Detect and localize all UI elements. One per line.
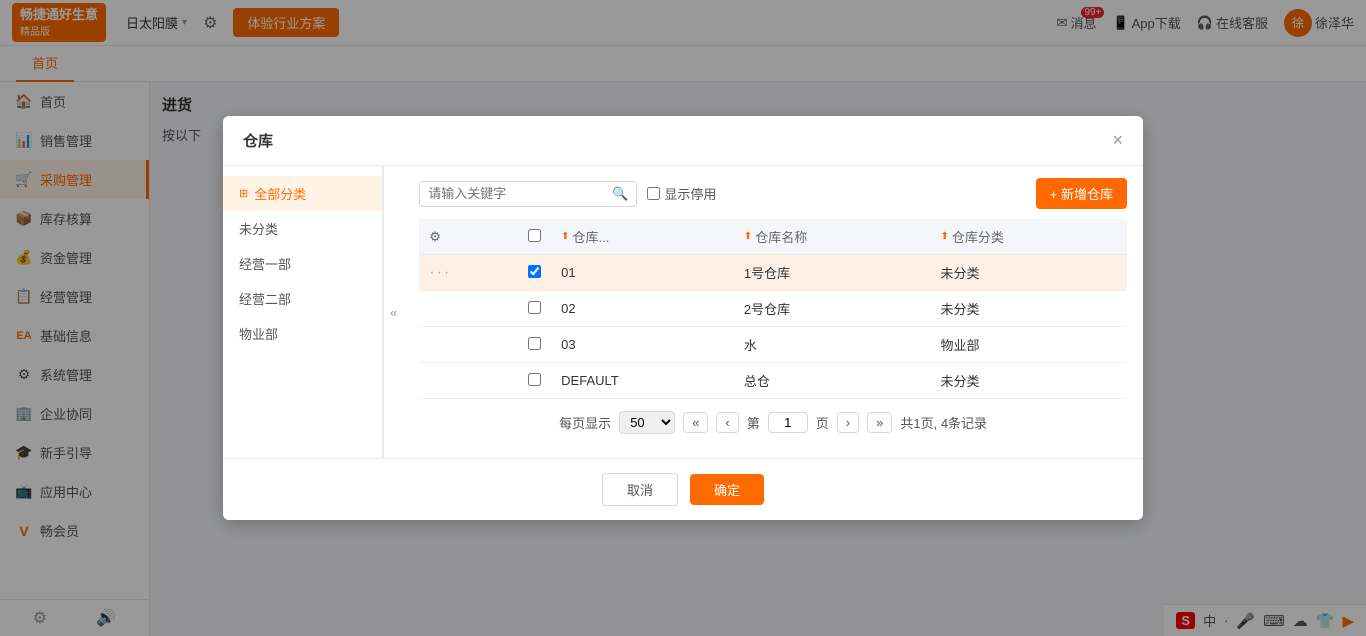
modal-footer: 取消 确定 [223, 458, 1143, 520]
page-label: 第 [747, 413, 760, 432]
row-checkbox-cell[interactable] [518, 291, 551, 327]
cancel-button[interactable]: 取消 [602, 473, 678, 506]
th-category: ⬆ 仓库分类 [930, 219, 1127, 255]
sort-icon-name: ⬆ [744, 231, 752, 242]
row-dots-cell [419, 327, 518, 363]
pagination: 每页显示 50 100 200 « ‹ 第 1 页 › » 共1页, 4条记录 [419, 399, 1127, 446]
row-code: 03 [551, 327, 734, 363]
page-last-btn[interactable]: » [867, 412, 892, 433]
modal-header: 仓库 × [223, 116, 1143, 166]
table-row[interactable]: 02 2号仓库 未分类 [419, 291, 1127, 327]
table-row[interactable]: 03 水 物业部 [419, 327, 1127, 363]
search-wrap: 🔍 [419, 181, 637, 207]
category-dept1[interactable]: 经营一部 [223, 246, 382, 281]
category-all-label: 全部分类 [254, 184, 306, 203]
row-checkbox-cell[interactable] [518, 363, 551, 399]
modal-title: 仓库 [243, 130, 273, 151]
collapse-icon: « [390, 305, 397, 320]
modal-body: ⊞ 全部分类 未分类 经营一部 经营二部 物业部 « [223, 166, 1143, 458]
modal-close-btn[interactable]: × [1112, 130, 1123, 151]
th-checkbox [518, 219, 551, 255]
th-settings: ⚙ [419, 219, 518, 255]
new-warehouse-btn[interactable]: + 新增仓库 [1036, 178, 1127, 209]
category-property-label: 物业部 [239, 324, 278, 343]
confirm-button[interactable]: 确定 [690, 474, 764, 505]
modal-toolbar: 🔍 显示停用 + 新增仓库 [419, 178, 1127, 209]
row-checkbox[interactable] [528, 265, 541, 278]
grid-icon: ⊞ [239, 187, 248, 200]
table-row[interactable]: ··· 01 1号仓库 未分类 [419, 255, 1127, 291]
per-page-label: 每页显示 [559, 413, 611, 432]
row-code: DEFAULT [551, 363, 734, 399]
th-code: ⬆ 仓库... [551, 219, 734, 255]
category-all[interactable]: ⊞ 全部分类 [223, 176, 382, 211]
category-none[interactable]: 未分类 [223, 211, 382, 246]
select-all-checkbox[interactable] [528, 229, 541, 242]
row-name: 总仓 [734, 363, 931, 399]
row-category: 未分类 [930, 255, 1127, 291]
warehouse-table: ⚙ ⬆ 仓库... [419, 219, 1127, 399]
row-dots-cell: ··· [419, 255, 518, 291]
category-sidebar: ⊞ 全部分类 未分类 经营一部 经营二部 物业部 [223, 166, 383, 458]
show-disabled-checkbox[interactable] [647, 187, 660, 200]
per-page-select[interactable]: 50 100 200 [619, 411, 675, 434]
category-dept2-label: 经营二部 [239, 289, 291, 308]
warehouse-modal: 仓库 × ⊞ 全部分类 未分类 经营一部 经营二部 [223, 116, 1143, 520]
modal-overlay: 仓库 × ⊞ 全部分类 未分类 经营一部 经营二部 [0, 0, 1366, 636]
row-checkbox[interactable] [528, 337, 541, 350]
settings-icon: ⚙ [429, 229, 441, 244]
show-disabled-label[interactable]: 显示停用 [647, 184, 716, 203]
row-dots-cell [419, 363, 518, 399]
row-category: 未分类 [930, 291, 1127, 327]
row-checkbox[interactable] [528, 301, 541, 314]
table-row[interactable]: DEFAULT 总仓 未分类 [419, 363, 1127, 399]
row-code: 01 [551, 255, 734, 291]
row-category: 未分类 [930, 363, 1127, 399]
page-next-btn[interactable]: › [837, 412, 859, 433]
row-category: 物业部 [930, 327, 1127, 363]
row-name: 2号仓库 [734, 291, 931, 327]
th-name: ⬆ 仓库名称 [734, 219, 931, 255]
total-info: 共1页, 4条记录 [900, 413, 987, 432]
table-header-row: ⚙ ⬆ 仓库... [419, 219, 1127, 255]
row-checkbox-cell[interactable] [518, 327, 551, 363]
show-disabled-text: 显示停用 [664, 184, 716, 203]
row-checkbox-cell[interactable] [518, 255, 551, 291]
page-number-input[interactable]: 1 [768, 412, 808, 433]
modal-main-content: 🔍 显示停用 + 新增仓库 ⚙ [403, 166, 1143, 458]
page-first-btn[interactable]: « [683, 412, 708, 433]
sort-icon-cat: ⬆ [940, 231, 948, 242]
sort-icon: ⬆ [561, 231, 569, 242]
search-icon[interactable]: 🔍 [612, 186, 628, 202]
category-none-label: 未分类 [239, 219, 278, 238]
category-property[interactable]: 物业部 [223, 316, 382, 351]
row-actions-icon[interactable]: ··· [429, 264, 451, 281]
row-checkbox[interactable] [528, 373, 541, 386]
page-suffix: 页 [816, 413, 829, 432]
row-dots-cell [419, 291, 518, 327]
row-code: 02 [551, 291, 734, 327]
page-prev-btn[interactable]: ‹ [716, 412, 738, 433]
row-name: 水 [734, 327, 931, 363]
sidebar-collapse-btn[interactable]: « [383, 166, 403, 458]
row-name: 1号仓库 [734, 255, 931, 291]
category-dept2[interactable]: 经营二部 [223, 281, 382, 316]
category-dept1-label: 经营一部 [239, 254, 291, 273]
search-input[interactable] [428, 186, 608, 201]
